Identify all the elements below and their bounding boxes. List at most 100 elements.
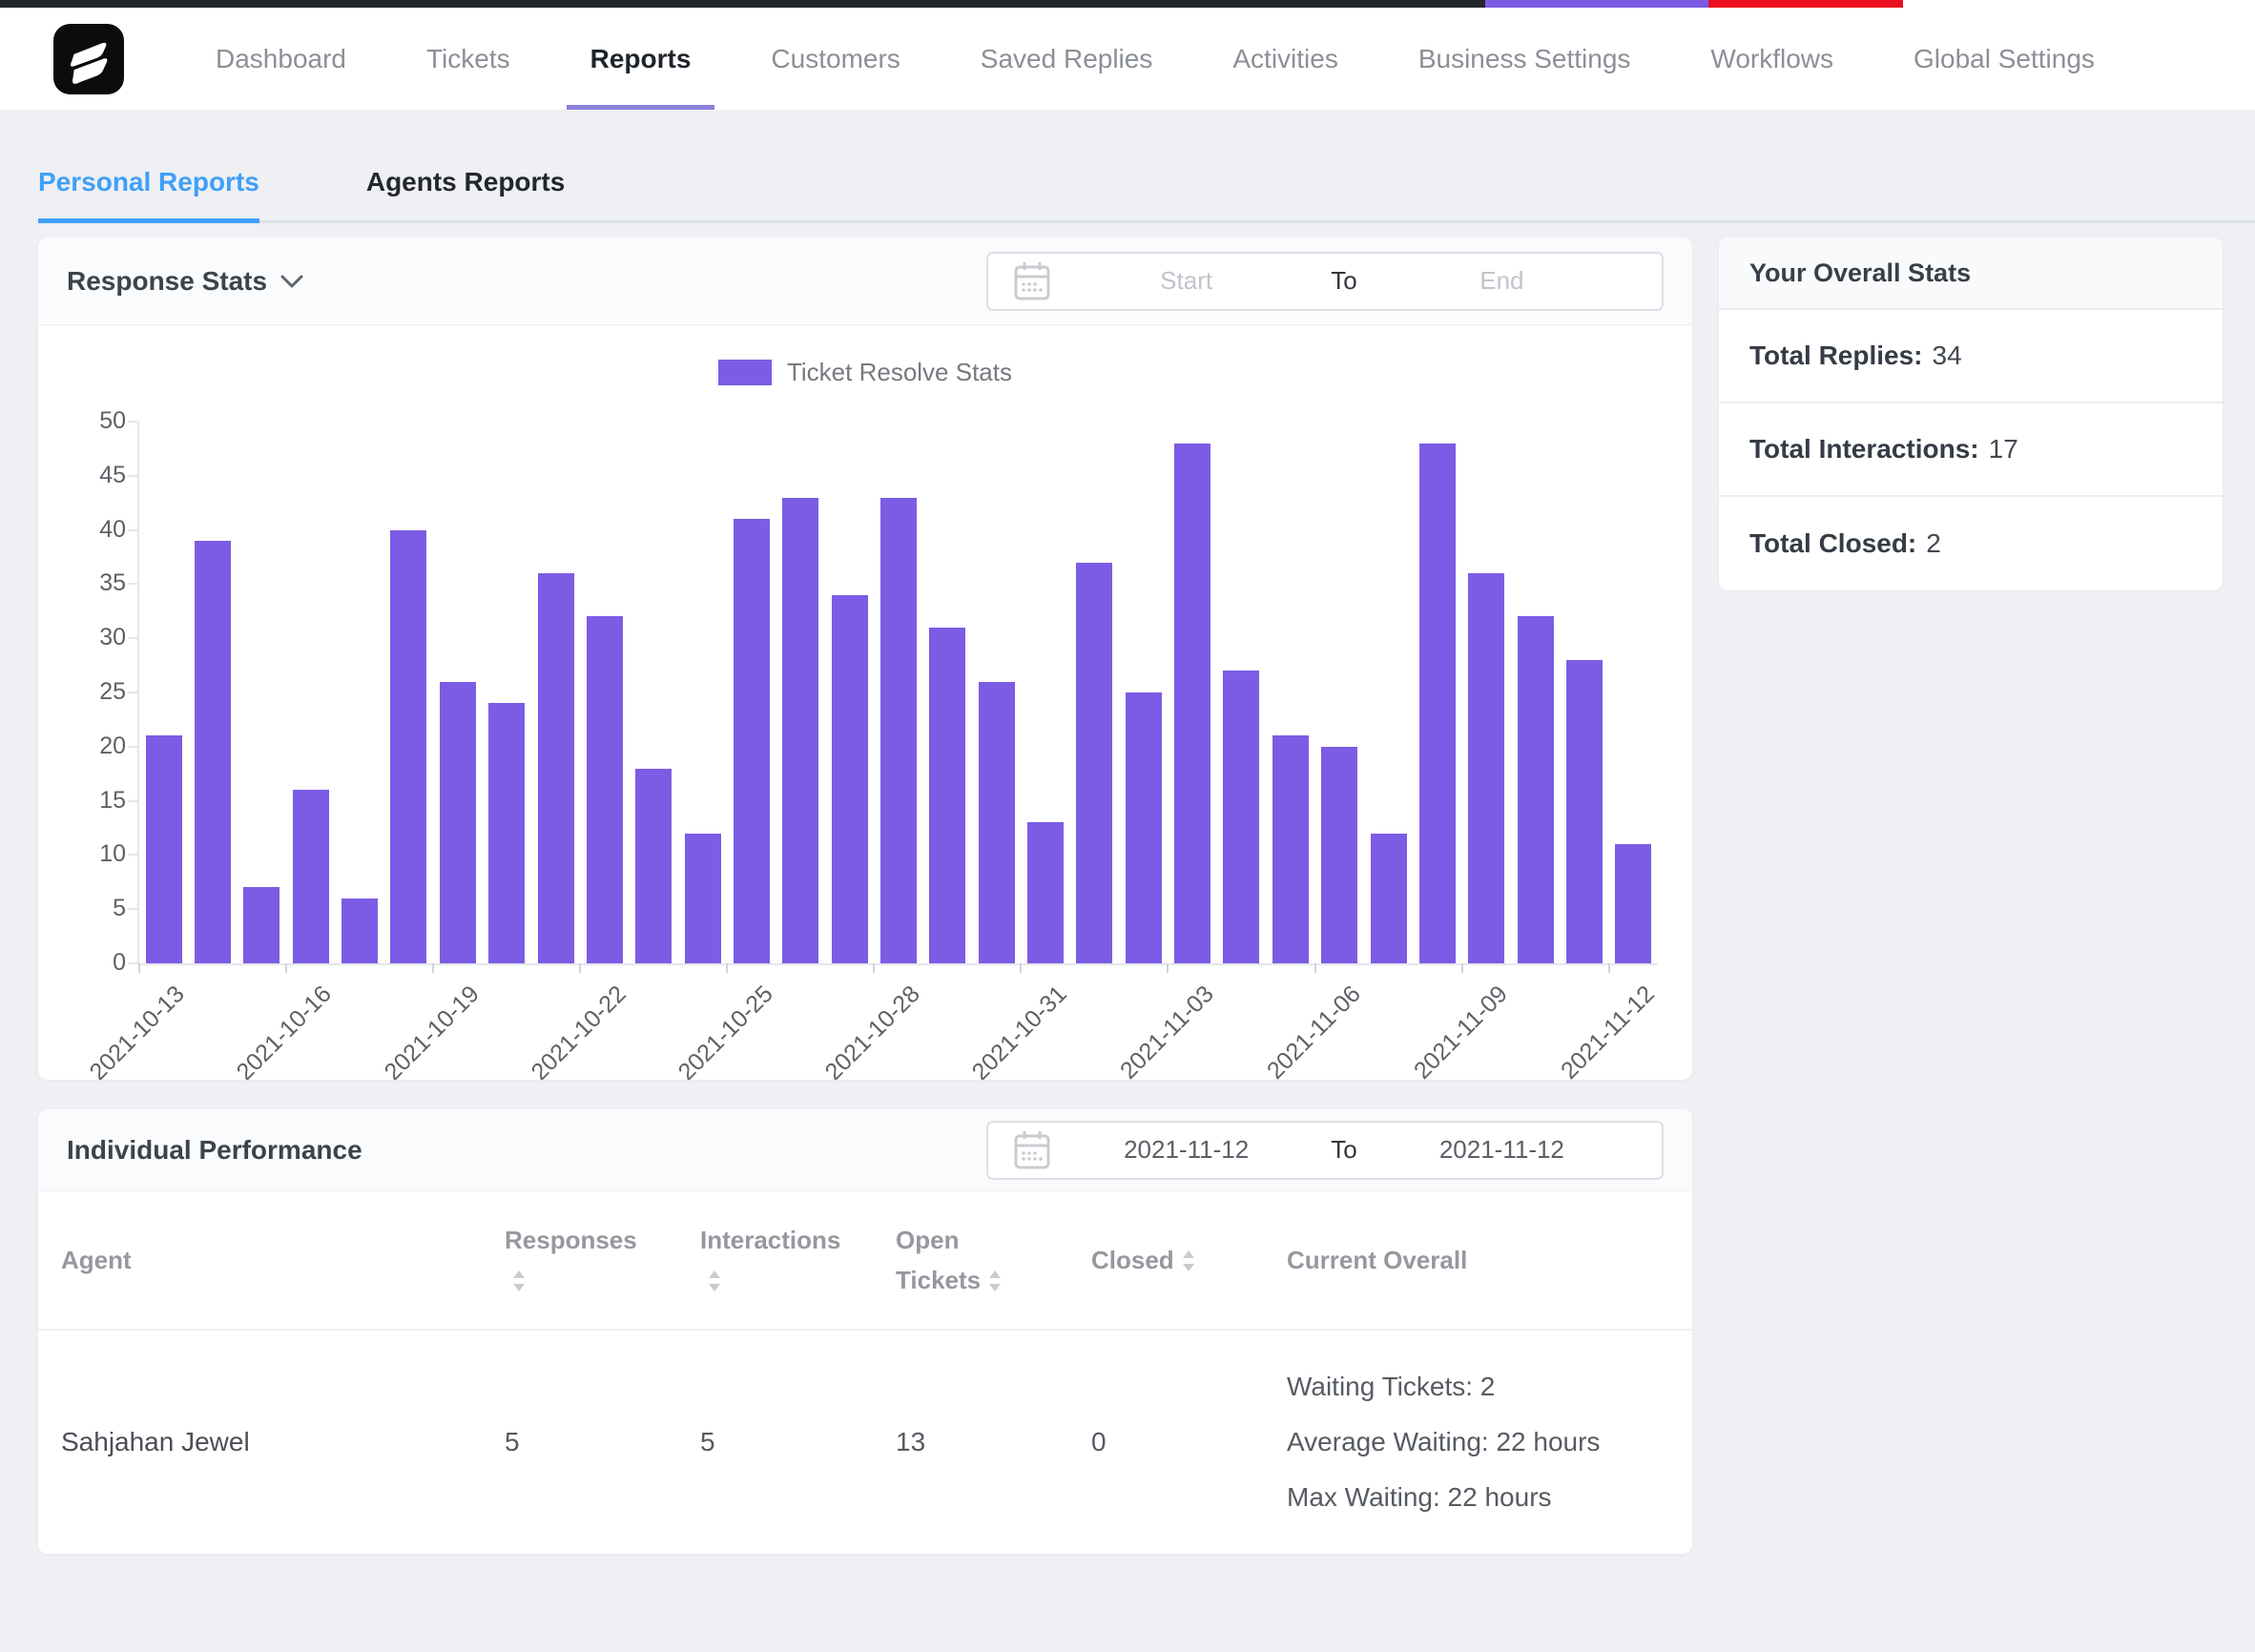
reports-subtab-bar: Personal Reports Agents Reports <box>0 110 2255 223</box>
x-axis-label: 2021-10-31 <box>966 981 1072 1080</box>
bar-2021-10-20[interactable] <box>488 703 526 963</box>
overall-line: Waiting Tickets: 2 <box>1287 1372 1496 1401</box>
column-header-agent: Agent <box>38 1191 482 1331</box>
overall-line: Max Waiting: 22 hours <box>1287 1482 1552 1512</box>
bar-2021-11-05[interactable] <box>1272 735 1309 963</box>
bar-2021-11-09[interactable] <box>1468 573 1505 963</box>
nav-items: Dashboard Tickets Reports Customers Saved Re… <box>216 8 2095 110</box>
bar-2021-10-22[interactable] <box>586 616 623 963</box>
overall-stats-panel: Your Overall Stats Total Replies: 34 Total… <box>1719 237 2223 590</box>
nav-item-workflows[interactable]: Workflows <box>1710 8 1833 110</box>
x-axis-tick <box>726 963 729 973</box>
bar-2021-10-24[interactable] <box>684 833 721 963</box>
y-axis-label: 15 <box>99 786 126 814</box>
x-axis-tick <box>1460 963 1463 973</box>
metric-cell: 5 <box>505 1427 520 1456</box>
nav-item-global-settings[interactable]: Global Settings <box>1914 8 2095 110</box>
response-stats-panel: Response Stats Start To End Ticket Resol… <box>38 237 1692 1080</box>
y-axis-tick <box>128 799 137 802</box>
bar-2021-10-19[interactable] <box>439 681 476 963</box>
bar-2021-11-10[interactable] <box>1517 616 1554 963</box>
bar-2021-10-25[interactable] <box>733 519 770 963</box>
stat-row: Total Interactions: 17 <box>1719 403 2223 497</box>
fluent-support-logo-icon[interactable] <box>53 23 124 94</box>
individual-performance-title: Individual Performance <box>67 1134 362 1165</box>
y-axis-label: 10 <box>99 840 126 868</box>
bar-2021-10-15[interactable] <box>243 887 280 963</box>
date-range-separator: To <box>1331 266 1357 295</box>
y-axis-label: 5 <box>113 895 126 922</box>
y-axis-label: 40 <box>99 515 126 543</box>
bar-2021-11-06[interactable] <box>1321 746 1358 963</box>
column-header-interactions[interactable]: Interactions <box>677 1191 873 1331</box>
bar-2021-10-28[interactable] <box>880 497 917 963</box>
metric-cell: 5 <box>700 1427 715 1456</box>
tab-personal-reports[interactable]: Personal Reports <box>38 167 259 223</box>
y-axis-label: 25 <box>99 678 126 705</box>
bar-2021-10-27[interactable] <box>831 594 868 963</box>
y-axis-tick <box>128 528 137 531</box>
x-axis-label: 2021-10-16 <box>232 981 338 1080</box>
bar-2021-10-30[interactable] <box>978 681 1015 963</box>
bar-2021-10-29[interactable] <box>929 627 966 963</box>
perf-start-date-input[interactable]: 2021-11-12 <box>1051 1135 1321 1165</box>
x-axis-tick <box>1607 963 1610 973</box>
x-axis-tick <box>873 963 876 973</box>
bar-2021-11-03[interactable] <box>1174 443 1211 963</box>
bar-2021-10-31[interactable] <box>1027 822 1065 963</box>
x-axis-tick <box>1167 963 1169 973</box>
bar-2021-10-23[interactable] <box>635 768 672 963</box>
start-date-input[interactable]: Start <box>1051 266 1321 296</box>
calendar-icon <box>1013 260 1051 302</box>
bar-2021-10-17[interactable] <box>341 898 379 963</box>
legend-swatch <box>717 360 772 385</box>
bar-2021-10-16[interactable] <box>292 790 329 963</box>
column-header-closed[interactable]: Closed <box>1068 1191 1264 1331</box>
perf-end-date-input[interactable]: 2021-11-12 <box>1367 1135 1637 1165</box>
bar-2021-11-01[interactable] <box>1076 562 1113 963</box>
performance-date-range-picker[interactable]: 2021-11-12 To 2021-11-12 <box>986 1120 1664 1180</box>
bar-2021-11-02[interactable] <box>1125 692 1162 963</box>
x-axis-label: 2021-10-28 <box>819 981 925 1080</box>
end-date-input[interactable]: End <box>1367 266 1637 296</box>
tab-agents-reports[interactable]: Agents Reports <box>366 167 565 220</box>
bar-2021-10-26[interactable] <box>782 497 819 963</box>
nav-item-customers[interactable]: Customers <box>771 8 900 110</box>
nav-item-activities[interactable]: Activities <box>1232 8 1337 110</box>
nav-item-dashboard[interactable]: Dashboard <box>216 8 346 110</box>
stat-row: Total Closed: 2 <box>1749 528 1941 558</box>
bar-2021-11-07[interactable] <box>1370 833 1407 963</box>
x-axis-tick <box>1020 963 1023 973</box>
nav-item-business-settings[interactable]: Business Settings <box>1418 8 1631 110</box>
response-stats-title-dropdown[interactable]: Response Stats <box>67 266 303 297</box>
bar-2021-10-13[interactable] <box>145 735 182 963</box>
bar-2021-10-14[interactable] <box>195 540 232 963</box>
nav-item-tickets[interactable]: Tickets <box>426 8 510 110</box>
x-axis-tick <box>138 963 140 973</box>
x-axis-label: 2021-11-06 <box>1261 981 1366 1080</box>
y-axis-tick <box>128 908 137 911</box>
x-axis-label: 2021-10-25 <box>672 981 778 1080</box>
bar-2021-10-21[interactable] <box>537 573 574 963</box>
table-row: Sahjahan Jewel 5 5 13 0 Waiting Tickets: 2 Ave… <box>38 1330 1692 1554</box>
chevron-down-icon <box>280 274 303 289</box>
nav-item-saved-replies[interactable]: Saved Replies <box>981 8 1153 110</box>
column-header-open-tickets[interactable]: Open Tickets <box>873 1191 1068 1331</box>
column-header-responses[interactable]: Responses <box>482 1191 677 1331</box>
chart-date-range-picker[interactable]: Start To End <box>986 251 1664 311</box>
y-axis-label: 50 <box>99 407 126 434</box>
bar-2021-11-11[interactable] <box>1565 659 1603 963</box>
bar-2021-11-12[interactable] <box>1615 844 1652 963</box>
x-axis-label: 2021-11-03 <box>1114 981 1219 1080</box>
nav-item-reports[interactable]: Reports <box>566 8 715 110</box>
y-axis-label: 20 <box>99 732 126 759</box>
bar-2021-11-04[interactable] <box>1223 671 1260 963</box>
strip-segment-white <box>1903 0 2255 8</box>
chart-plot: 0 5 10 15 20 25 30 35 40 45 50 2021-10-13 2021-10-16… <box>85 407 1660 1080</box>
y-axis-label: 30 <box>99 624 126 651</box>
bar-2021-11-08[interactable] <box>1418 443 1456 963</box>
x-axis-tick <box>285 963 288 973</box>
bar-2021-10-18[interactable] <box>390 529 427 963</box>
table-header-row: Agent Responses Interactions Open Tickets Cl… <box>38 1191 1692 1331</box>
strip-segment-purple <box>1485 0 1708 8</box>
